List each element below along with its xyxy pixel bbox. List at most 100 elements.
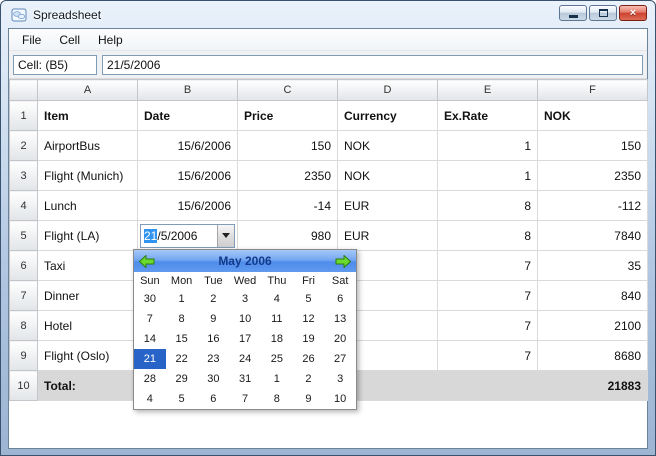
row-header-6[interactable]: 6 <box>9 250 38 281</box>
day-cell[interactable]: 10 <box>324 389 356 409</box>
column-header-B[interactable]: B <box>137 79 238 101</box>
cell-B4[interactable]: 15/6/2006 <box>137 190 238 221</box>
day-cell[interactable]: 10 <box>229 309 261 329</box>
select-all-corner[interactable] <box>9 79 38 101</box>
day-cell[interactable]: 4 <box>261 289 293 309</box>
column-header-F[interactable]: F <box>537 79 648 101</box>
cell-E7[interactable]: 7 <box>437 280 538 311</box>
menu-help[interactable]: Help <box>89 30 132 50</box>
formula-input[interactable]: 21/5/2006 <box>102 54 643 75</box>
day-cell[interactable]: 23 <box>198 349 230 369</box>
cell-E5[interactable]: 8 <box>437 220 538 251</box>
day-cell[interactable]: 22 <box>166 349 198 369</box>
day-cell[interactable]: 26 <box>293 349 325 369</box>
cell-C2[interactable]: 150 <box>237 130 338 161</box>
cell-A9[interactable]: Flight (Oslo) <box>37 340 138 371</box>
titlebar[interactable]: Spreadsheet × <box>1 1 655 28</box>
cell-A7[interactable]: Dinner <box>37 280 138 311</box>
day-cell[interactable]: 3 <box>229 289 261 309</box>
cell-D4[interactable]: EUR <box>337 190 438 221</box>
day-cell[interactable]: 27 <box>324 349 356 369</box>
column-header-C[interactable]: C <box>237 79 338 101</box>
cell-C4[interactable]: -14 <box>237 190 338 221</box>
cell-B1[interactable]: Date <box>137 100 238 131</box>
cell-A4[interactable]: Lunch <box>37 190 138 221</box>
day-cell[interactable]: 13 <box>324 309 356 329</box>
day-cell[interactable]: 6 <box>198 389 230 409</box>
cell-A2[interactable]: AirportBus <box>37 130 138 161</box>
cell-E9[interactable]: 7 <box>437 340 538 371</box>
day-cell[interactable]: 1 <box>166 289 198 309</box>
minimize-button[interactable] <box>559 5 587 21</box>
row-header-10[interactable]: 10 <box>9 370 38 401</box>
row-header-7[interactable]: 7 <box>9 280 38 311</box>
cell-E6[interactable]: 7 <box>437 250 538 281</box>
cell-D3[interactable]: NOK <box>337 160 438 191</box>
cell-A5[interactable]: Flight (LA) <box>37 220 138 251</box>
day-cell[interactable]: 5 <box>293 289 325 309</box>
cell-F4[interactable]: -112 <box>537 190 648 221</box>
day-cell[interactable]: 25 <box>261 349 293 369</box>
day-cell[interactable]: 16 <box>198 329 230 349</box>
cell-C5[interactable]: 980 <box>237 220 338 251</box>
cell-E4[interactable]: 8 <box>437 190 538 221</box>
cell-F3[interactable]: 2350 <box>537 160 648 191</box>
cell-A8[interactable]: Hotel <box>37 310 138 341</box>
day-cell[interactable]: 3 <box>324 369 356 389</box>
day-cell[interactable]: 9 <box>198 309 230 329</box>
row-header-8[interactable]: 8 <box>9 310 38 341</box>
day-cell[interactable]: 30 <box>198 369 230 389</box>
cell-A1[interactable]: Item <box>37 100 138 131</box>
menu-file[interactable]: File <box>13 30 50 50</box>
cell-F1[interactable]: NOK <box>537 100 648 131</box>
cell-F2[interactable]: 150 <box>537 130 648 161</box>
next-month-button[interactable] <box>334 254 352 268</box>
cell-D2[interactable]: NOK <box>337 130 438 161</box>
cell-A6[interactable]: Taxi <box>37 250 138 281</box>
day-cell[interactable]: 29 <box>166 369 198 389</box>
menu-cell[interactable]: Cell <box>50 30 89 50</box>
cell-C1[interactable]: Price <box>237 100 338 131</box>
day-cell-selected[interactable]: 21 <box>134 349 166 369</box>
day-cell[interactable]: 7 <box>134 309 166 329</box>
prev-month-button[interactable] <box>138 254 156 268</box>
cell-E1[interactable]: Ex.Rate <box>437 100 538 131</box>
cell-F8[interactable]: 2100 <box>537 310 648 341</box>
column-header-D[interactable]: D <box>337 79 438 101</box>
row-header-2[interactable]: 2 <box>9 130 38 161</box>
cell-F7[interactable]: 840 <box>537 280 648 311</box>
cell-A10[interactable]: Total: <box>37 370 138 401</box>
column-header-A[interactable]: A <box>37 79 138 101</box>
day-cell[interactable]: 6 <box>324 289 356 309</box>
day-cell[interactable]: 15 <box>166 329 198 349</box>
cell-F5[interactable]: 7840 <box>537 220 648 251</box>
day-cell[interactable]: 4 <box>134 389 166 409</box>
day-cell[interactable]: 11 <box>261 309 293 329</box>
day-cell[interactable]: 1 <box>261 369 293 389</box>
day-cell[interactable]: 14 <box>134 329 166 349</box>
cell-E10[interactable] <box>437 370 538 401</box>
day-cell[interactable]: 2 <box>293 369 325 389</box>
row-header-4[interactable]: 4 <box>9 190 38 221</box>
cell-F10[interactable]: 21883 <box>537 370 648 401</box>
day-cell[interactable]: 31 <box>229 369 261 389</box>
cell-B3[interactable]: 15/6/2006 <box>137 160 238 191</box>
cell-D5[interactable]: EUR <box>337 220 438 251</box>
day-cell[interactable]: 5 <box>166 389 198 409</box>
day-cell[interactable]: 17 <box>229 329 261 349</box>
day-cell[interactable]: 12 <box>293 309 325 329</box>
day-cell[interactable]: 20 <box>324 329 356 349</box>
row-header-3[interactable]: 3 <box>9 160 38 191</box>
cell-C3[interactable]: 2350 <box>237 160 338 191</box>
cell-A3[interactable]: Flight (Munich) <box>37 160 138 191</box>
row-header-1[interactable]: 1 <box>9 100 38 131</box>
app-icon[interactable] <box>11 7 27 23</box>
day-cell[interactable]: 28 <box>134 369 166 389</box>
dropdown-button[interactable] <box>217 224 234 247</box>
cell-F6[interactable]: 35 <box>537 250 648 281</box>
day-cell[interactable]: 7 <box>229 389 261 409</box>
day-cell[interactable]: 2 <box>198 289 230 309</box>
cell-E8[interactable]: 7 <box>437 310 538 341</box>
cell-D1[interactable]: Currency <box>337 100 438 131</box>
row-header-9[interactable]: 9 <box>9 340 38 371</box>
